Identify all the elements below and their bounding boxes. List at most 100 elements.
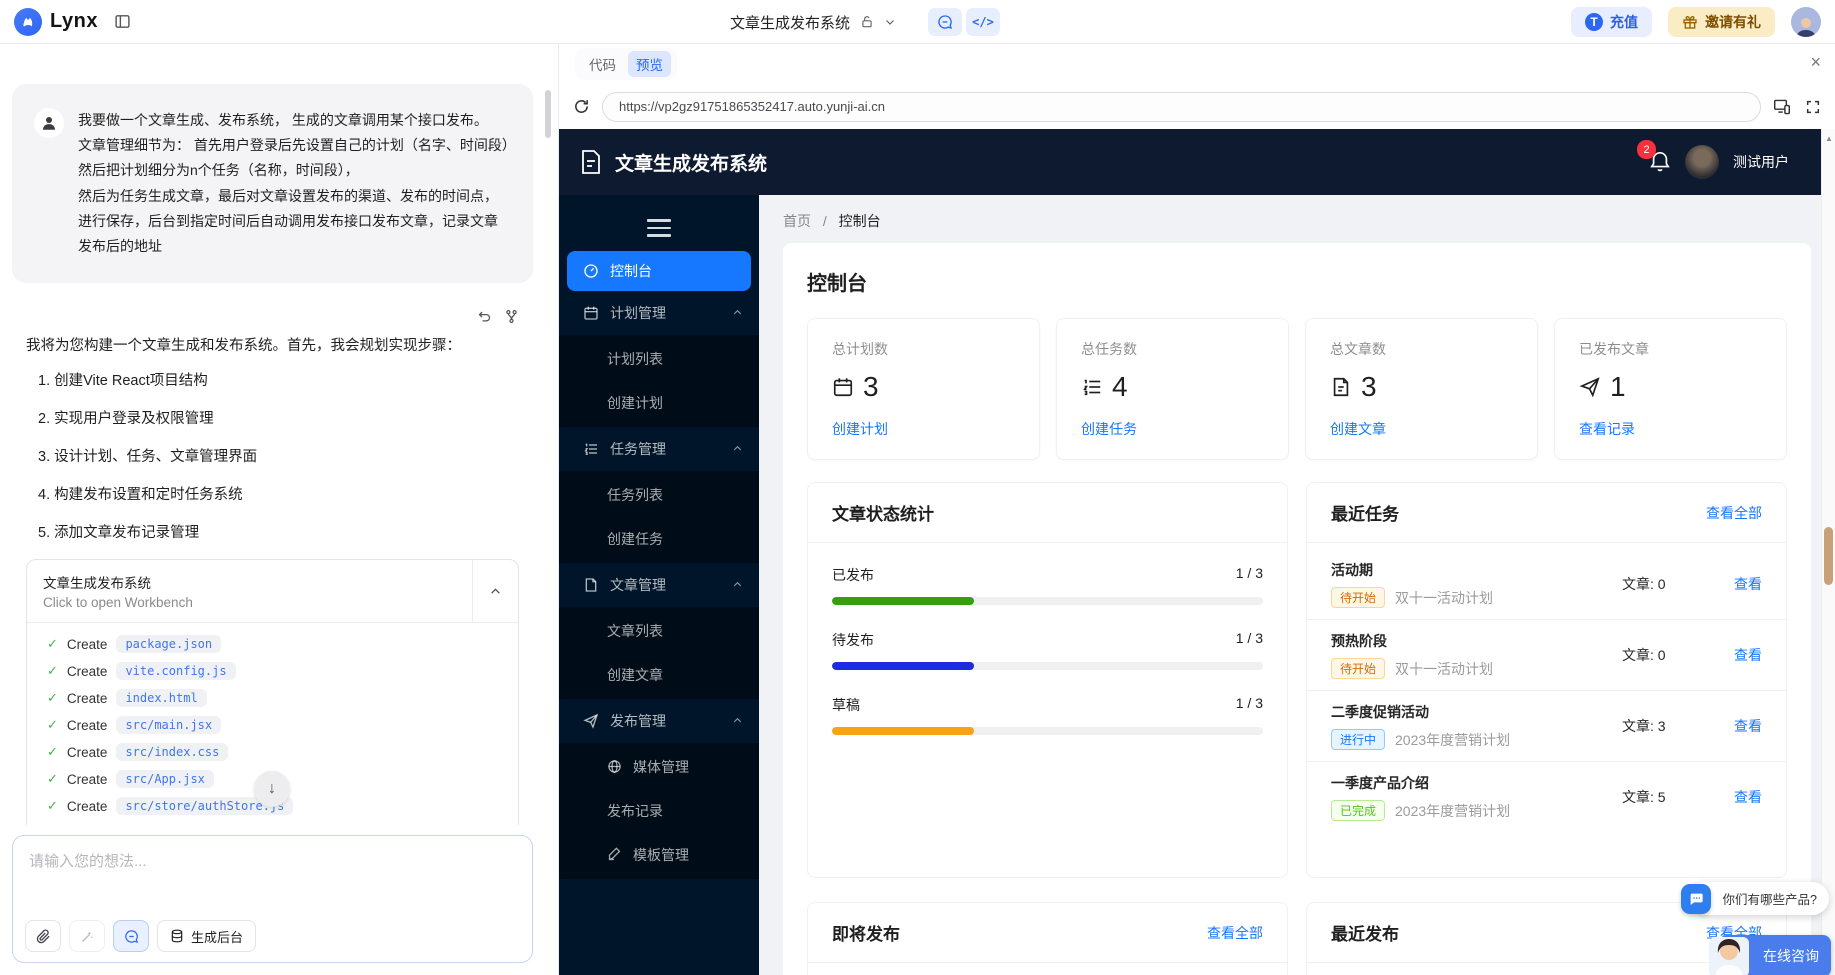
file-chip[interactable]: src/index.css — [116, 743, 229, 762]
online-consult-button[interactable]: 在线咨询 — [1709, 935, 1831, 975]
top-bar: Lynx 文章生成发布系统 </> T 充值 邀请有礼 — [0, 0, 1835, 44]
chat-mode-toggle-button[interactable] — [113, 920, 149, 952]
sidebar-toggle-icon[interactable] — [114, 13, 131, 30]
sidebar-item-dashboard[interactable]: 控制台 — [567, 250, 751, 291]
invite-button[interactable]: 邀请有礼 — [1668, 6, 1775, 37]
file-chip[interactable]: vite.config.js — [116, 662, 236, 681]
fork-icon[interactable] — [504, 309, 519, 324]
sidebar-group-articles[interactable]: 文章管理 — [559, 563, 759, 607]
menu-collapse-button[interactable] — [559, 205, 759, 251]
chevron-up-icon — [732, 715, 743, 726]
chat-bubble-icon — [1680, 884, 1711, 914]
sidebar-item-templates[interactable]: 模板管理 — [559, 833, 759, 877]
task-article-count: 文章: 0 — [1622, 647, 1666, 663]
task-plan: 2023年度营销计划 — [1395, 802, 1511, 819]
chevron-down-icon[interactable] — [884, 16, 896, 28]
sidebar-item-publish-records[interactable]: 发布记录 — [559, 789, 759, 833]
task-article-count: 文章: 3 — [1622, 718, 1666, 734]
stat-link[interactable]: 查看记录 — [1579, 419, 1635, 439]
sidebar-item-article-create[interactable]: 创建文章 — [559, 653, 759, 697]
progress-label: 待发布 — [832, 632, 874, 648]
scroll-to-bottom-button[interactable]: ↓ — [254, 771, 290, 807]
enhance-button[interactable] — [69, 920, 105, 952]
scroll-up-arrow[interactable]: ▲ — [1822, 131, 1835, 145]
file-action: Create — [66, 744, 108, 760]
file-chip[interactable]: index.html — [116, 689, 207, 708]
project-header: 文章生成发布系统 </> — [730, 0, 1001, 44]
send-icon — [583, 713, 599, 729]
support-question-bubble[interactable]: 你们有哪些产品? — [1680, 882, 1829, 915]
sidebar-item-plan-list[interactable]: 计划列表 — [559, 337, 759, 381]
attach-button[interactable] — [25, 920, 61, 952]
undo-icon[interactable] — [477, 309, 492, 324]
file-action: Create — [66, 690, 108, 706]
chat-input[interactable] — [29, 850, 516, 910]
app-sidebar: 控制台 计划管理 计划列表 创建计划 任务管理 任务列表 创建任务 文章管理 文… — [559, 195, 759, 975]
stat-link[interactable]: 创建任务 — [1081, 419, 1137, 439]
view-link[interactable]: 查看 — [1712, 645, 1762, 665]
scrollbar-thumb[interactable] — [1824, 527, 1833, 585]
brand[interactable]: Lynx — [14, 7, 98, 36]
generate-backend-button[interactable]: 生成后台 — [157, 920, 257, 952]
sidebar-group-tasks[interactable]: 任务管理 — [559, 427, 759, 471]
progress-value: 1 / 3 — [1235, 630, 1263, 646]
refresh-icon[interactable] — [573, 98, 590, 115]
view-all-link[interactable]: 查看全部 — [1207, 923, 1263, 943]
view-link[interactable]: 查看 — [1712, 787, 1762, 807]
stat-card-plans: 总计划数 3 创建计划 — [807, 318, 1040, 460]
preview-tabs-row: 代码 预览 × — [559, 44, 1835, 84]
step-item: 1. 创建Vite React项目结构 — [38, 373, 208, 390]
project-title[interactable]: 文章生成发布系统 — [730, 12, 850, 33]
view-link[interactable]: 查看 — [1712, 716, 1762, 736]
workbench-collapse-button[interactable] — [472, 560, 518, 623]
notifications-button[interactable]: 2 — [1637, 140, 1671, 174]
sidebar-item-task-list[interactable]: 任务列表 — [559, 473, 759, 517]
preview-viewport: 文章生成发布系统 2 测试用户 控制台 计划管理 计划列表 创建计划 任务管理 … — [559, 129, 1835, 975]
breadcrumb: 首页 / 控制台 — [759, 195, 1835, 243]
status-badge: 已完成 — [1331, 800, 1386, 821]
chat-scrollbar-thumb[interactable] — [545, 90, 551, 138]
progress-draft: 草稿 1 / 3 — [832, 695, 1263, 735]
fullscreen-icon[interactable] — [1805, 99, 1821, 115]
app-user-avatar[interactable] — [1685, 145, 1719, 179]
stat-link[interactable]: 创建文章 — [1330, 419, 1386, 439]
breadcrumb-home[interactable]: 首页 — [783, 213, 811, 229]
progress-bar — [832, 597, 975, 605]
file-row: ✓ Create src/main.jsx — [47, 716, 502, 735]
sidebar-item-task-create[interactable]: 创建任务 — [559, 517, 759, 561]
sidebar-item-plan-create[interactable]: 创建计划 — [559, 381, 759, 425]
sidebar-item-label: 文章列表 — [607, 622, 663, 639]
file-chip[interactable]: src/main.jsx — [116, 716, 222, 735]
stat-link[interactable]: 创建计划 — [832, 419, 888, 439]
view-all-link[interactable]: 查看全部 — [1706, 503, 1762, 523]
sidebar-group-plans[interactable]: 计划管理 — [559, 291, 759, 335]
file-row: ✓ Create src/index.css — [47, 743, 502, 762]
check-icon: ✓ — [47, 717, 58, 733]
sidebar-item-media[interactable]: 媒体管理 — [559, 745, 759, 789]
chat-history[interactable]: 我要做一个文章生成、发布系统， 生成的文章调用某个接口发布。 文章管理细节为： … — [0, 44, 545, 825]
sidebar-group-publish[interactable]: 发布管理 — [559, 699, 759, 743]
file-chip[interactable]: src/App.jsx — [116, 770, 214, 789]
url-input[interactable] — [602, 91, 1761, 122]
file-chip[interactable]: package.json — [116, 635, 222, 654]
sidebar-item-article-list[interactable]: 文章列表 — [559, 609, 759, 653]
card-title: 最近发布 — [1331, 925, 1399, 944]
responsive-icon[interactable] — [1773, 99, 1791, 115]
preview-scrollbar[interactable]: ▲ ▼ — [1821, 129, 1835, 975]
file-action: Create — [66, 636, 108, 652]
sidebar-item-label: 模板管理 — [633, 846, 689, 863]
close-icon[interactable]: × — [1810, 52, 1821, 73]
code-mode-button[interactable]: </> — [966, 8, 1001, 36]
view-link[interactable]: 查看 — [1712, 574, 1762, 594]
status-badge: 进行中 — [1331, 729, 1386, 750]
workbench-open-area[interactable]: 文章生成发布系统 Click to open Workbench — [27, 560, 472, 622]
chat-mode-button[interactable] — [928, 8, 963, 36]
workbench-title: 文章生成发布系统 — [43, 576, 151, 592]
user-avatar[interactable] — [1791, 6, 1821, 37]
recharge-button[interactable]: T 充值 — [1571, 6, 1652, 37]
edit-icon — [607, 847, 622, 862]
tab-code[interactable]: 代码 — [581, 51, 624, 77]
tab-preview[interactable]: 预览 — [628, 51, 671, 77]
app-header: 文章生成发布系统 2 测试用户 — [559, 129, 1835, 195]
check-icon: ✓ — [47, 771, 58, 787]
